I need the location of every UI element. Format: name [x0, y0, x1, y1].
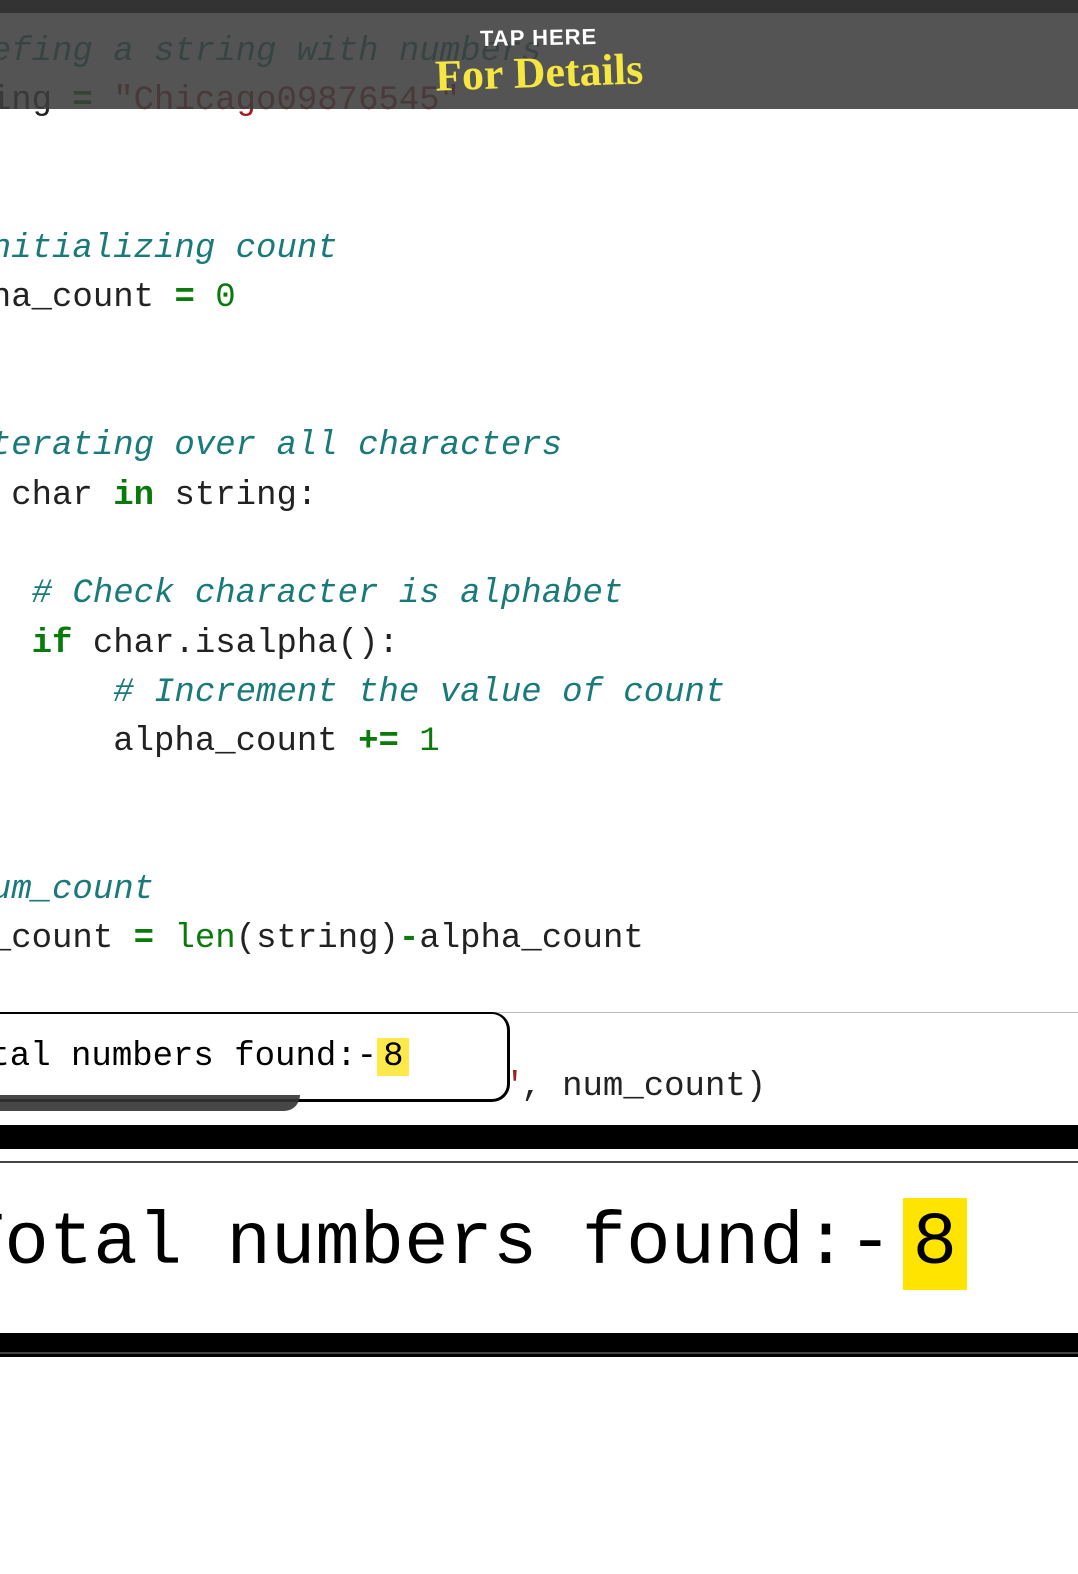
code-block: Defing a string with numbers tring = "Ch… — [0, 28, 766, 1113]
code-number: 0 — [195, 279, 236, 317]
comment-line: Initializing count — [0, 230, 338, 268]
code-text: um_count — [0, 920, 134, 958]
code-operator: = — [134, 920, 154, 958]
output-box-large: Total numbers found:- 8 — [0, 1194, 1078, 1294]
divider-thick — [0, 1125, 1078, 1149]
code-keyword: in — [113, 477, 154, 515]
ad-banner[interactable]: TAP HERE For Details — [0, 13, 1078, 109]
banner-text-bottom: For Details — [434, 43, 644, 101]
code-operator: += — [358, 723, 399, 761]
divider-line — [0, 1161, 1078, 1163]
comment-line: num_count — [0, 871, 154, 909]
code-text — [154, 920, 174, 958]
output-box-small: otal numbers found:- 8 — [0, 1012, 510, 1102]
code-text — [0, 625, 32, 663]
code-text: char.isalpha(): — [72, 625, 398, 663]
code-number: 1 — [399, 723, 440, 761]
divider-line — [0, 1352, 1078, 1354]
output-shadow — [0, 1095, 300, 1111]
code-operator: = — [174, 279, 194, 317]
code-text: char — [0, 477, 113, 515]
output-value: 8 — [903, 1198, 967, 1290]
top-bar — [0, 0, 1078, 13]
output-text: Total numbers found:- — [0, 1202, 893, 1286]
output-value: 8 — [377, 1038, 409, 1076]
code-keyword: if — [32, 625, 73, 663]
code-text: string: — [154, 477, 317, 515]
code-text: , num_count) — [521, 1068, 766, 1106]
code-operator: - — [399, 920, 419, 958]
code-text: alpha_count — [0, 723, 358, 761]
comment-line: Iterating over all characters — [0, 427, 562, 465]
code-text: lpha_count — [0, 279, 174, 317]
code-text: alpha_count — [419, 920, 643, 958]
comment-line: # Check character is alphabet — [0, 575, 623, 613]
comment-line: # Increment the value of count — [0, 674, 725, 712]
code-text: (string) — [236, 920, 399, 958]
code-builtin: len — [174, 920, 235, 958]
output-text: otal numbers found:- — [0, 1038, 377, 1076]
